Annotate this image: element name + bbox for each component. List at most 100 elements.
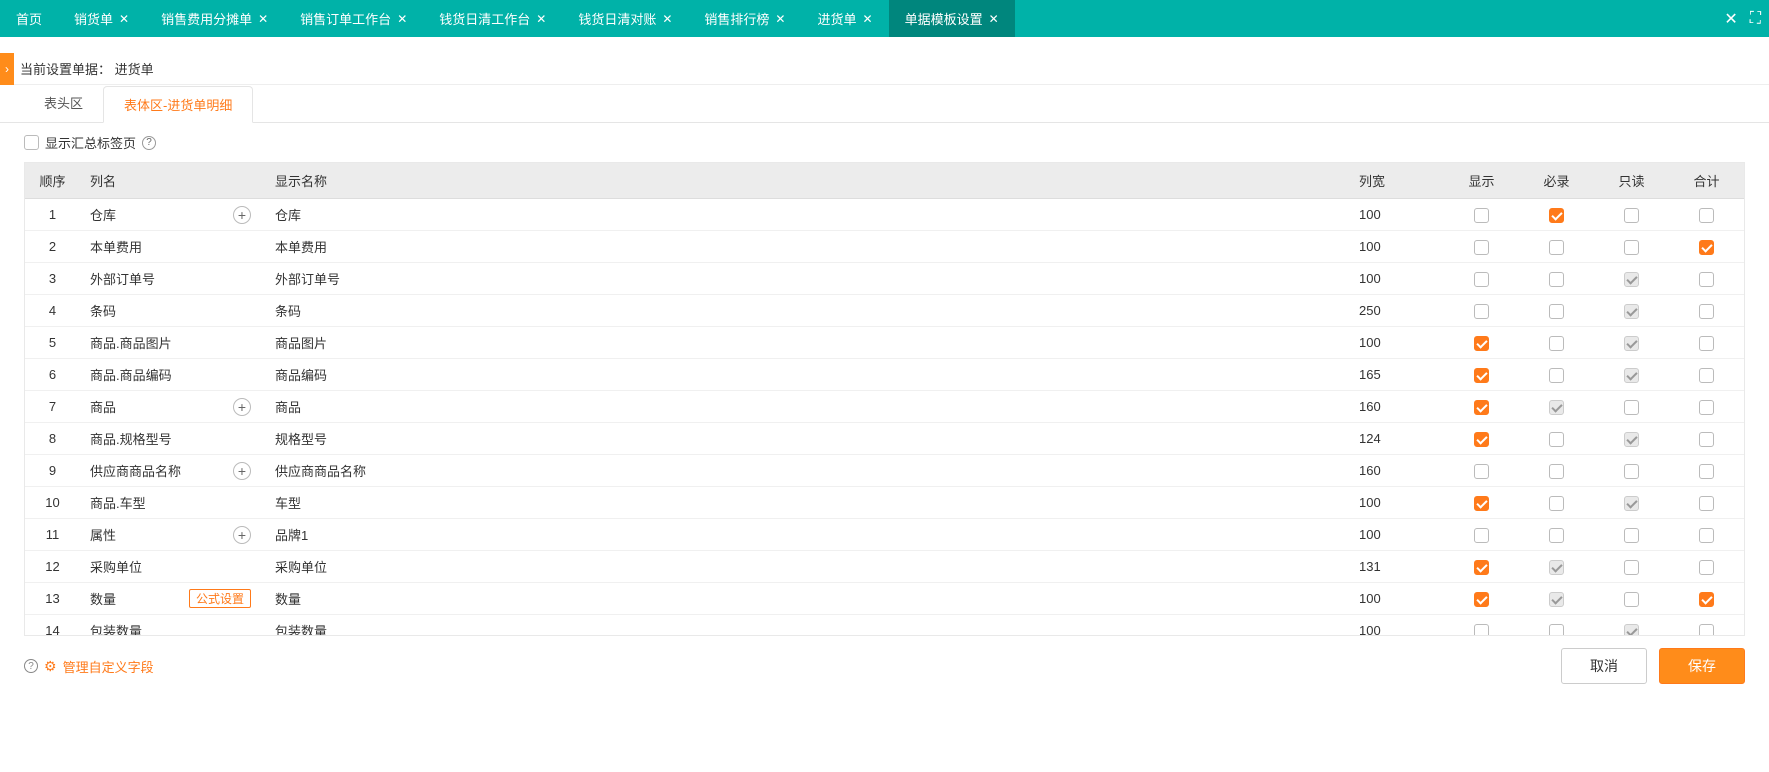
cell-display-name[interactable]: 商品 xyxy=(265,391,1349,423)
cell-display-name[interactable]: 商品编码 xyxy=(265,359,1349,391)
required-checkbox[interactable] xyxy=(1549,432,1564,447)
cell-width[interactable]: 250 xyxy=(1349,295,1444,327)
subtab-表体区-进货单明细[interactable]: 表体区-进货单明细 xyxy=(103,86,253,123)
table-row[interactable]: 9供应商商品名称+供应商商品名称160 xyxy=(25,455,1744,487)
manage-custom-fields-link[interactable]: ? ⚙ 管理自定义字段 xyxy=(24,657,154,676)
required-checkbox[interactable] xyxy=(1549,464,1564,479)
cell-width[interactable]: 160 xyxy=(1349,455,1444,487)
add-column-icon[interactable]: + xyxy=(233,206,251,224)
readonly-checkbox[interactable] xyxy=(1624,368,1639,383)
required-checkbox[interactable] xyxy=(1549,368,1564,383)
readonly-checkbox[interactable] xyxy=(1624,240,1639,255)
table-row[interactable]: 5商品.商品图片商品图片100 xyxy=(25,327,1744,359)
fullscreen-icon[interactable]: ⛶ xyxy=(1750,10,1761,28)
sum-checkbox[interactable] xyxy=(1699,208,1714,223)
add-column-icon[interactable]: + xyxy=(233,526,251,544)
table-row[interactable]: 8商品.规格型号规格型号124 xyxy=(25,423,1744,455)
cell-display-name[interactable]: 外部订单号 xyxy=(265,263,1349,295)
required-checkbox[interactable] xyxy=(1549,272,1564,287)
cell-display-name[interactable]: 采购单位 xyxy=(265,551,1349,583)
required-checkbox[interactable] xyxy=(1549,624,1564,636)
cell-width[interactable]: 100 xyxy=(1349,583,1444,615)
cell-width[interactable]: 100 xyxy=(1349,231,1444,263)
sum-checkbox[interactable] xyxy=(1699,304,1714,319)
sum-checkbox[interactable] xyxy=(1699,464,1714,479)
table-row[interactable]: 13数量公式设置数量100 xyxy=(25,583,1744,615)
sum-checkbox[interactable] xyxy=(1699,432,1714,447)
table-row[interactable]: 12采购单位采购单位131 xyxy=(25,551,1744,583)
required-checkbox[interactable] xyxy=(1549,208,1564,223)
table-row[interactable]: 3外部订单号外部订单号100 xyxy=(25,263,1744,295)
show-checkbox[interactable] xyxy=(1474,464,1489,479)
close-icon[interactable]: ✕ xyxy=(258,12,268,26)
cell-display-name[interactable]: 本单费用 xyxy=(265,231,1349,263)
tab-销售费用分摊单[interactable]: 销售费用分摊单✕ xyxy=(145,0,284,37)
required-checkbox[interactable] xyxy=(1549,336,1564,351)
readonly-checkbox[interactable] xyxy=(1624,304,1639,319)
cell-width[interactable]: 100 xyxy=(1349,519,1444,551)
tab-销售订单工作台[interactable]: 销售订单工作台✕ xyxy=(284,0,423,37)
tab-单据模板设置[interactable]: 单据模板设置✕ xyxy=(889,0,1015,37)
close-all-icon[interactable]: ✕ xyxy=(1724,9,1737,29)
cell-display-name[interactable]: 规格型号 xyxy=(265,423,1349,455)
cell-display-name[interactable]: 商品图片 xyxy=(265,327,1349,359)
show-checkbox[interactable] xyxy=(1474,592,1489,607)
summary-tab-checkbox[interactable] xyxy=(24,135,39,150)
required-checkbox[interactable] xyxy=(1549,592,1564,607)
sum-checkbox[interactable] xyxy=(1699,528,1714,543)
cell-width[interactable]: 100 xyxy=(1349,199,1444,231)
close-icon[interactable]: ✕ xyxy=(863,12,873,26)
tab-销货单[interactable]: 销货单✕ xyxy=(58,0,145,37)
readonly-checkbox[interactable] xyxy=(1624,464,1639,479)
required-checkbox[interactable] xyxy=(1549,400,1564,415)
cell-display-name[interactable]: 品牌1 xyxy=(265,519,1349,551)
show-checkbox[interactable] xyxy=(1474,368,1489,383)
required-checkbox[interactable] xyxy=(1549,240,1564,255)
table-row[interactable]: 4条码条码250 xyxy=(25,295,1744,327)
show-checkbox[interactable] xyxy=(1474,336,1489,351)
show-checkbox[interactable] xyxy=(1474,560,1489,575)
close-icon[interactable]: ✕ xyxy=(989,12,999,26)
cell-width[interactable]: 165 xyxy=(1349,359,1444,391)
readonly-checkbox[interactable] xyxy=(1624,432,1639,447)
subtab-表头区[interactable]: 表头区 xyxy=(24,85,103,122)
readonly-checkbox[interactable] xyxy=(1624,496,1639,511)
tab-首页[interactable]: 首页 xyxy=(0,0,58,37)
formula-button[interactable]: 公式设置 xyxy=(189,589,251,608)
table-row[interactable]: 7商品+商品160 xyxy=(25,391,1744,423)
sum-checkbox[interactable] xyxy=(1699,240,1714,255)
readonly-checkbox[interactable] xyxy=(1624,336,1639,351)
cell-display-name[interactable]: 数量 xyxy=(265,583,1349,615)
sum-checkbox[interactable] xyxy=(1699,272,1714,287)
cell-display-name[interactable]: 车型 xyxy=(265,487,1349,519)
table-row[interactable]: 10商品.车型车型100 xyxy=(25,487,1744,519)
close-icon[interactable]: ✕ xyxy=(662,12,672,26)
show-checkbox[interactable] xyxy=(1474,624,1489,636)
help-icon[interactable]: ? xyxy=(24,659,38,673)
show-checkbox[interactable] xyxy=(1474,304,1489,319)
tab-进货单[interactable]: 进货单✕ xyxy=(801,0,888,37)
required-checkbox[interactable] xyxy=(1549,496,1564,511)
table-row[interactable]: 1仓库+仓库100 xyxy=(25,199,1744,231)
required-checkbox[interactable] xyxy=(1549,528,1564,543)
readonly-checkbox[interactable] xyxy=(1624,208,1639,223)
show-checkbox[interactable] xyxy=(1474,208,1489,223)
sum-checkbox[interactable] xyxy=(1699,496,1714,511)
sum-checkbox[interactable] xyxy=(1699,336,1714,351)
readonly-checkbox[interactable] xyxy=(1624,528,1639,543)
sum-checkbox[interactable] xyxy=(1699,624,1714,636)
table-row[interactable]: 2本单费用本单费用100 xyxy=(25,231,1744,263)
sum-checkbox[interactable] xyxy=(1699,400,1714,415)
show-checkbox[interactable] xyxy=(1474,400,1489,415)
table-row[interactable]: 6商品.商品编码商品编码165 xyxy=(25,359,1744,391)
close-icon[interactable]: ✕ xyxy=(397,12,407,26)
tab-钱货日清工作台[interactable]: 钱货日清工作台✕ xyxy=(423,0,562,37)
readonly-checkbox[interactable] xyxy=(1624,400,1639,415)
show-checkbox[interactable] xyxy=(1474,496,1489,511)
sum-checkbox[interactable] xyxy=(1699,560,1714,575)
show-checkbox[interactable] xyxy=(1474,528,1489,543)
show-checkbox[interactable] xyxy=(1474,240,1489,255)
close-icon[interactable]: ✕ xyxy=(775,12,785,26)
help-icon[interactable]: ? xyxy=(142,136,156,150)
required-checkbox[interactable] xyxy=(1549,560,1564,575)
